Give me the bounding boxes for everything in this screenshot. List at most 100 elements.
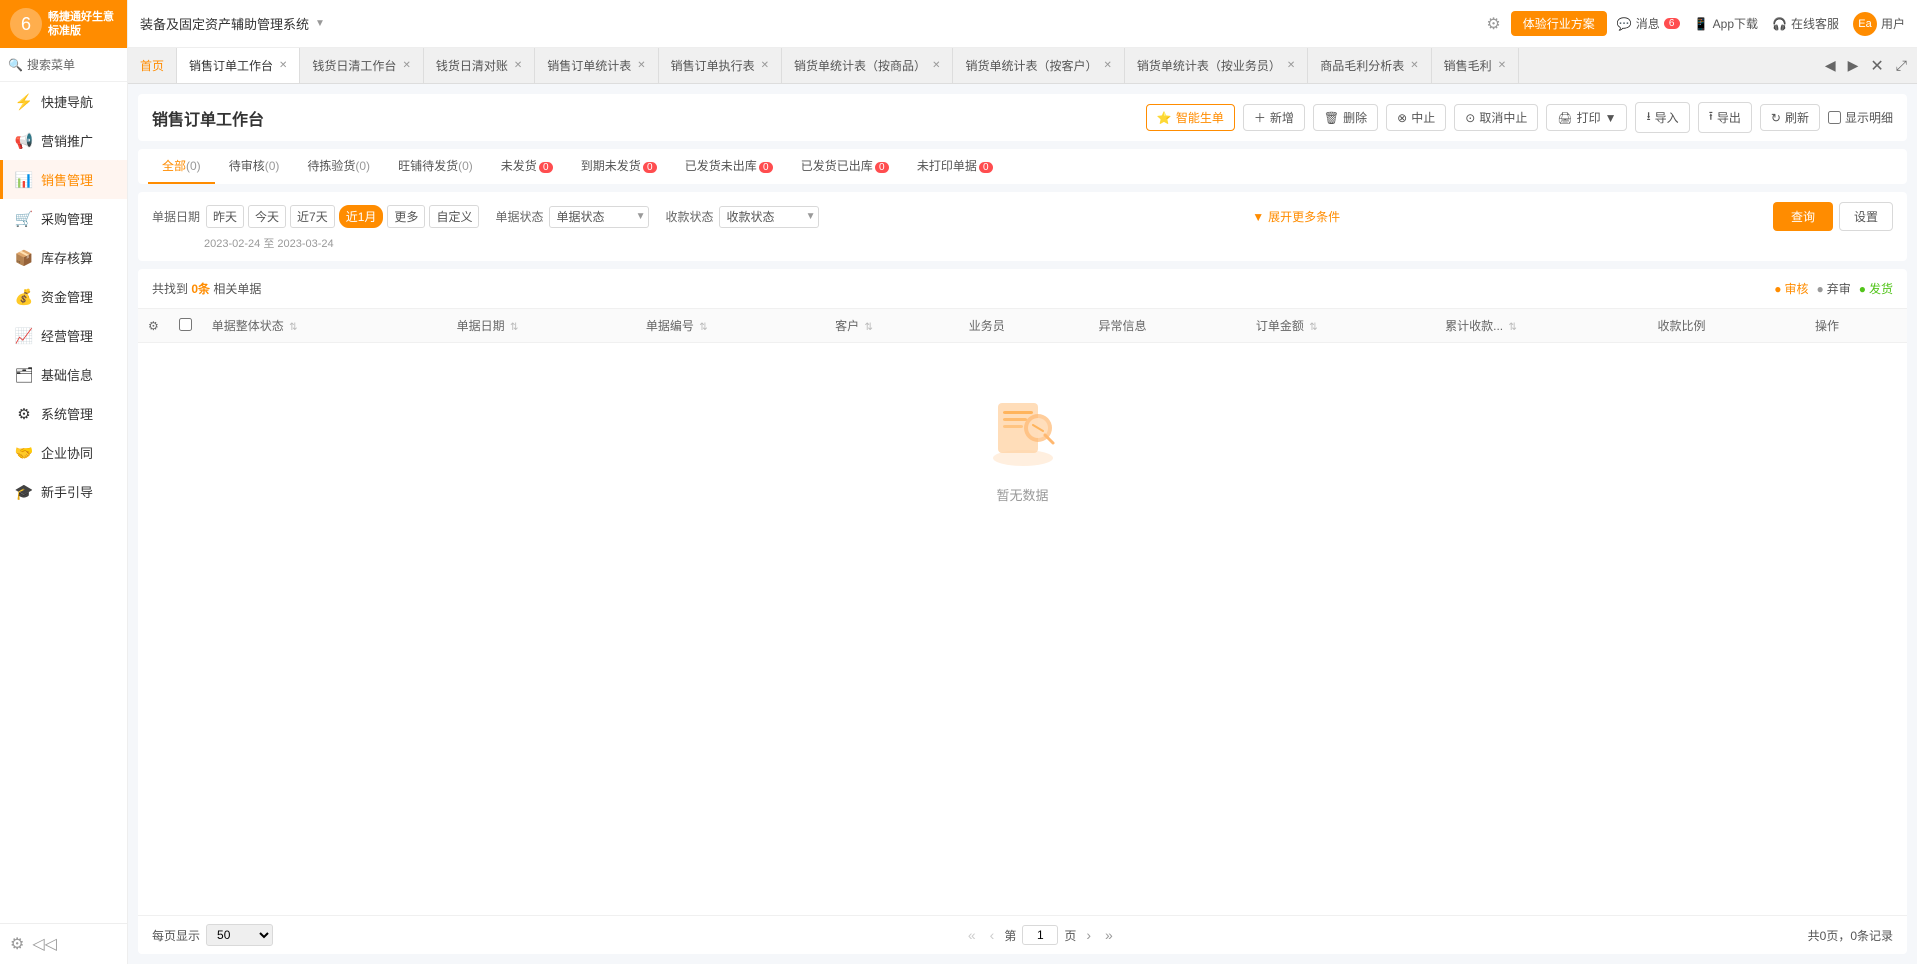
dropdown-icon[interactable]: ▼: [315, 18, 325, 29]
sidebar-item-inventory[interactable]: 📦 库存核算: [0, 238, 127, 277]
show-detail-input[interactable]: [1828, 111, 1841, 124]
print-btn[interactable]: 🖨 打印 ▼: [1546, 104, 1627, 131]
expand-more-btn[interactable]: ▼ 展开更多条件: [1252, 208, 1340, 225]
select-all-checkbox[interactable]: [179, 318, 192, 331]
sidebar-item-system[interactable]: ⚙ 系统管理: [0, 394, 127, 433]
page-next-btn[interactable]: ›: [1082, 925, 1095, 945]
tab-cash-reconcile[interactable]: 钱货日清对账 ✕: [424, 48, 535, 83]
review-action-btn[interactable]: ● 审核: [1774, 277, 1808, 300]
import-btn[interactable]: ⭳ 导入: [1635, 102, 1689, 133]
tabbar-next-btn[interactable]: ▶: [1844, 55, 1863, 76]
sidebar-item-operations[interactable]: 📈 经营管理: [0, 316, 127, 355]
filter-tab-not-printed[interactable]: 未打印单据0: [903, 149, 1007, 184]
tab-close-sales-order-exec[interactable]: ✕: [761, 60, 769, 71]
sidebar-item-finance[interactable]: 💰 资金管理: [0, 277, 127, 316]
date-btn-1month[interactable]: 近1月: [339, 205, 384, 228]
date-btn-custom[interactable]: 自定义: [429, 205, 479, 228]
tab-close-sales-order-workbench[interactable]: ✕: [279, 60, 287, 71]
tabbar: 首页 销售订单工作台 ✕ 钱货日清工作台 ✕ 钱货日清对账 ✕ 销售订单统计表 …: [128, 48, 1917, 84]
tab-close-cash-daily[interactable]: ✕: [402, 60, 410, 71]
th-customer[interactable]: 客户 ⇅: [825, 309, 959, 343]
show-detail-checkbox[interactable]: 显示明细: [1828, 109, 1893, 126]
tab-sales-gross[interactable]: 销售毛利 ✕: [1432, 48, 1519, 83]
tabbar-expand-btn[interactable]: ⤢: [1892, 55, 1911, 76]
megaphone-icon: 📢: [15, 132, 33, 150]
tab-close-sales-stats-staff[interactable]: ✕: [1287, 60, 1295, 71]
filter-tab-shipped-out[interactable]: 已发货已出库0: [787, 149, 903, 184]
date-btn-more[interactable]: 更多: [387, 205, 425, 228]
th-settings[interactable]: ⚙: [138, 309, 169, 343]
page-prev-btn[interactable]: ‹: [986, 925, 999, 945]
th-amount[interactable]: 订单金额 ⇅: [1246, 309, 1435, 343]
tab-close-cash-reconcile[interactable]: ✕: [514, 60, 522, 71]
th-status[interactable]: 单据整体状态 ⇅: [202, 309, 447, 343]
payment-select[interactable]: 收款状态: [719, 206, 819, 228]
tab-home[interactable]: 首页: [128, 48, 177, 83]
topbar-message[interactable]: 💬 消息 6: [1617, 15, 1680, 32]
filter-tab-all[interactable]: 全部(0): [148, 149, 215, 184]
th-number[interactable]: 单据编号 ⇅: [636, 309, 825, 343]
sidebar-item-purchase[interactable]: 🛒 采购管理: [0, 199, 127, 238]
refresh-btn[interactable]: ↻ 刷新: [1760, 104, 1820, 131]
ship-action-btn[interactable]: ● 发货: [1859, 277, 1893, 300]
page-input[interactable]: [1022, 925, 1058, 945]
tab-close-product-profit[interactable]: ✕: [1410, 60, 1418, 71]
tabbar-prev-btn[interactable]: ◀: [1821, 55, 1840, 76]
settings-bottom-icon[interactable]: ⚙: [10, 934, 24, 954]
smart-btn[interactable]: ⭐ 智能生单: [1146, 104, 1235, 131]
tab-product-profit[interactable]: 商品毛利分析表 ✕: [1308, 48, 1431, 83]
sidebar-item-sales[interactable]: 📊 销售管理: [0, 160, 127, 199]
sidebar-item-enterprise[interactable]: 🤝 企业协同: [0, 433, 127, 472]
query-btn[interactable]: 查询: [1773, 202, 1833, 231]
export-icon: ⭱: [1709, 107, 1713, 128]
tab-sales-stats-customer[interactable]: 销货单统计表（按客户） ✕: [953, 48, 1124, 83]
tab-close-sales-stats-customer[interactable]: ✕: [1103, 60, 1111, 71]
tab-sales-order-exec[interactable]: 销售订单执行表 ✕: [659, 48, 782, 83]
filter-tab-shipped-not-out[interactable]: 已发货未出库0: [671, 149, 787, 184]
th-checkbox[interactable]: [169, 309, 202, 343]
collapse-icon[interactable]: ◁◁: [32, 934, 57, 954]
status-select[interactable]: 单据状态: [549, 206, 649, 228]
date-btn-yesterday[interactable]: 昨天: [206, 205, 244, 228]
th-cumulative[interactable]: 累计收款... ⇅: [1435, 309, 1647, 343]
topbar-app-download[interactable]: 📱 App下载: [1694, 15, 1758, 32]
suspend-btn[interactable]: ⊗ 中止: [1386, 104, 1446, 131]
date-btn-7days[interactable]: 近7天: [290, 205, 335, 228]
set-btn[interactable]: 设置: [1839, 202, 1893, 231]
tabbar-close-all-btn[interactable]: ✕: [1866, 54, 1887, 78]
filter-tab-not-shipped[interactable]: 未发货0: [487, 149, 567, 184]
export-btn[interactable]: ⭱ 导出: [1698, 102, 1752, 133]
tab-sales-order-stats[interactable]: 销售订单统计表 ✕: [535, 48, 658, 83]
th-date[interactable]: 单据日期 ⇅: [447, 309, 636, 343]
industry-btn[interactable]: 体验行业方案: [1511, 11, 1607, 36]
tab-sales-stats-product[interactable]: 销货单统计表（按商品） ✕: [782, 48, 953, 83]
topbar-settings-icon[interactable]: ⚙: [1486, 14, 1500, 34]
page-size-select[interactable]: 50 10 20 100: [206, 924, 273, 946]
filter-tab-pending-inspection[interactable]: 待拣验货(0): [293, 149, 384, 184]
sidebar-item-guide[interactable]: 🎓 新手引导: [0, 472, 127, 511]
filter-tab-overdue[interactable]: 到期未发货0: [567, 149, 671, 184]
delete-btn[interactable]: 🗑 删除: [1313, 104, 1378, 131]
page-first-btn[interactable]: «: [964, 925, 980, 945]
topbar-user[interactable]: Ea 用户: [1853, 12, 1905, 36]
tab-sales-order-workbench[interactable]: 销售订单工作台 ✕: [177, 48, 300, 83]
topbar-online-service[interactable]: 🎧 在线客服: [1772, 15, 1839, 32]
page-last-btn[interactable]: »: [1101, 925, 1117, 945]
tab-close-sales-stats-product[interactable]: ✕: [932, 60, 940, 71]
sidebar-item-search[interactable]: 🔍 搜索菜单: [0, 48, 127, 82]
tab-cash-daily[interactable]: 钱货日清工作台 ✕: [300, 48, 423, 83]
star-icon: ⭐: [1157, 111, 1172, 125]
unpost-action-btn[interactable]: ● 弃审: [1816, 277, 1850, 300]
filter-tab-wangpu[interactable]: 旺铺待发货(0): [384, 149, 487, 184]
add-btn[interactable]: ＋ 新增: [1243, 104, 1305, 131]
tab-close-sales-order-stats[interactable]: ✕: [637, 60, 645, 71]
sidebar-item-quick-nav[interactable]: ⚡ 快捷导航: [0, 82, 127, 121]
expand-icon: ▼: [1252, 210, 1264, 224]
date-btn-today[interactable]: 今天: [248, 205, 286, 228]
filter-tab-pending-review[interactable]: 待审核(0): [215, 149, 294, 184]
sidebar-item-basic-info[interactable]: 🗂 基础信息: [0, 355, 127, 394]
tab-sales-stats-staff[interactable]: 销货单统计表（按业务员） ✕: [1125, 48, 1308, 83]
tab-close-sales-gross[interactable]: ✕: [1498, 60, 1506, 71]
unsuspend-btn[interactable]: ⊙ 取消中止: [1454, 104, 1538, 131]
sidebar-item-marketing[interactable]: 📢 营销推广: [0, 121, 127, 160]
